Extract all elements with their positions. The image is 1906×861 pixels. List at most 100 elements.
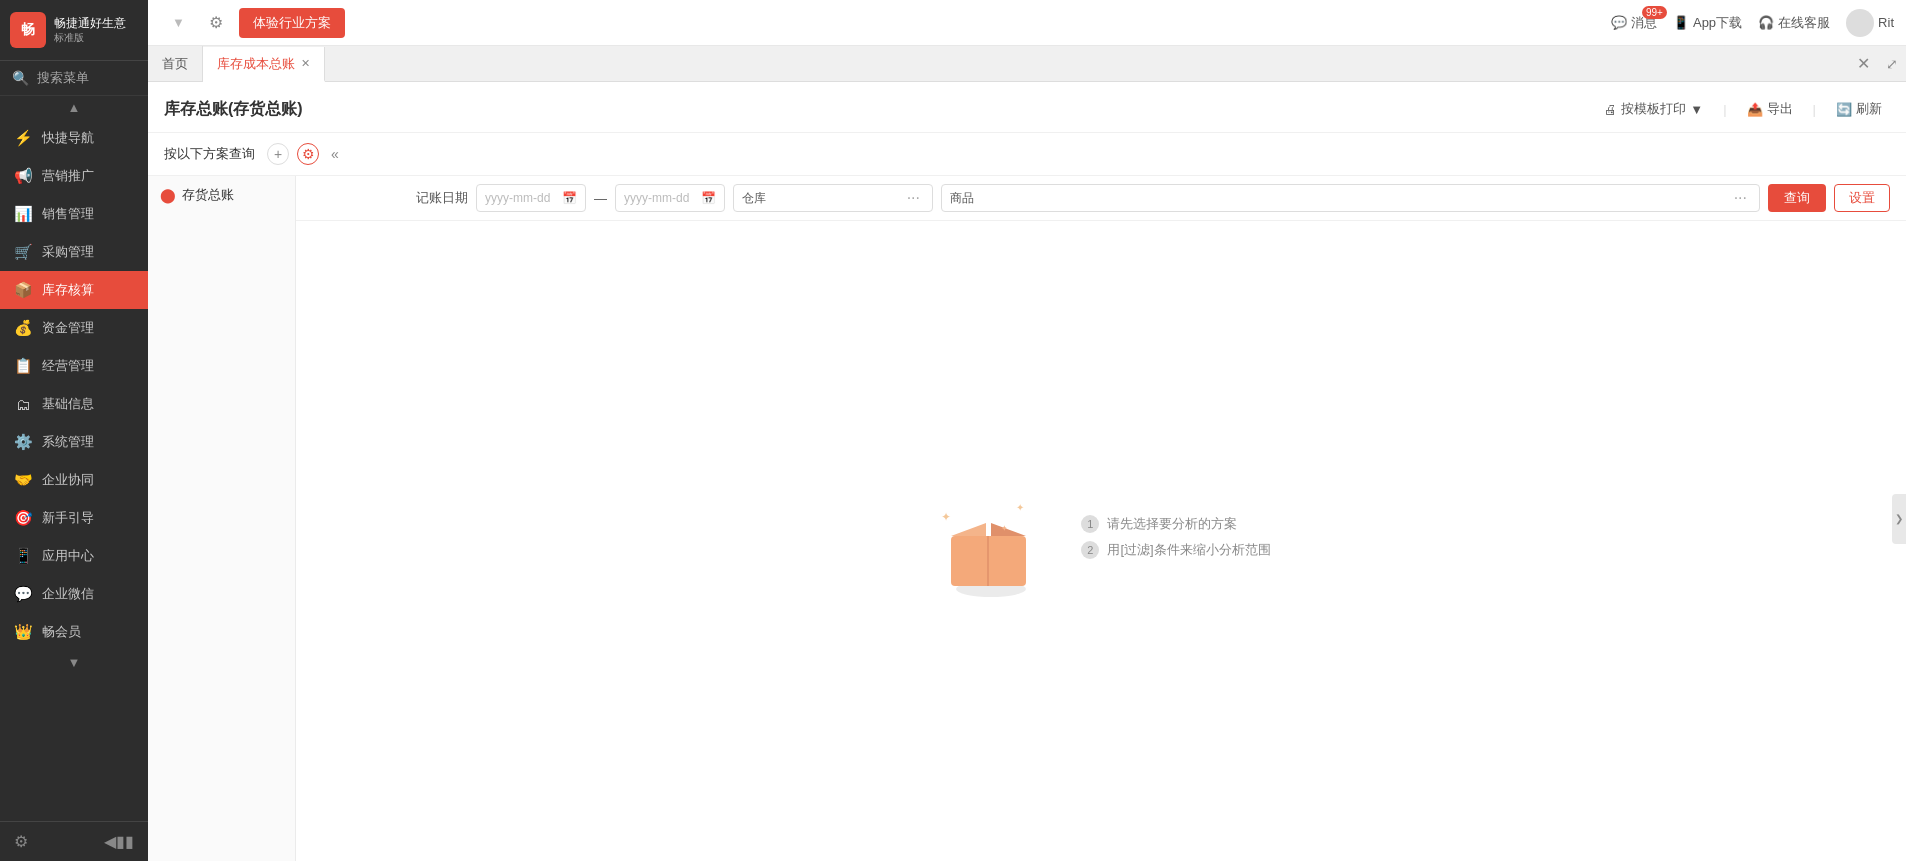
sidebar-item-member[interactable]: 👑 畅会员 — [0, 613, 148, 651]
tip-2-text: 用[过滤]条件来缩小分析范围 — [1107, 541, 1270, 559]
online-service-button[interactable]: 🎧 在线客服 — [1758, 14, 1830, 32]
warehouse-select[interactable]: 仓库 ··· — [733, 184, 933, 212]
sidebar-item-finance[interactable]: 💰 资金管理 — [0, 309, 148, 347]
sidebar-item-wechat[interactable]: 💬 企业微信 — [0, 575, 148, 613]
filter-settings-button[interactable]: ⚙ — [297, 143, 319, 165]
sidebar-item-label: 应用中心 — [42, 547, 94, 565]
plan-item-inventory-ledger[interactable]: ⬤ 存货总账 — [148, 176, 295, 214]
step-2-circle: 2 — [1081, 541, 1099, 559]
audio-icon[interactable]: ◀▮▮ — [104, 832, 134, 851]
sidebar: 畅 畅捷通好生意 标准版 🔍 搜索菜单 ▲ ⚡ 快捷导航 📢 营销推广 📊 销售… — [0, 0, 148, 861]
top-settings-icon[interactable]: ⚙ — [205, 9, 227, 36]
filter-conditions-row: 记账日期 yyyy-mm-dd 📅 — yyyy-mm-dd 📅 仓库 ··· — [296, 176, 1906, 221]
query-button[interactable]: 查询 — [1768, 184, 1826, 212]
refresh-icon: 🔄 — [1836, 102, 1852, 117]
user-name: Rit — [1878, 15, 1894, 30]
filter-label: 按以下方案查询 — [164, 145, 255, 163]
empty-state: ✦ ✦ ✦ 1 请先选择要分析的方案 2 用[过滤]条件来缩小分析范围 — [296, 221, 1906, 861]
scroll-up-btn[interactable]: ▲ — [0, 96, 148, 119]
sidebar-item-operations[interactable]: 📋 经营管理 — [0, 347, 148, 385]
right-panel-toggle[interactable]: ❯ — [1892, 494, 1906, 544]
export-icon: 📤 — [1747, 102, 1763, 117]
header-actions: 🖨 按模板打印 ▼ | 📤 导出 | 🔄 刷新 — [1596, 96, 1890, 122]
system-icon: ⚙️ — [14, 433, 32, 451]
product-more-icon[interactable]: ··· — [1730, 189, 1751, 207]
sidebar-item-label: 销售管理 — [42, 205, 94, 223]
filter-add-button[interactable]: + — [267, 143, 289, 165]
member-icon: 👑 — [14, 623, 32, 641]
page-header: 库存总账(存货总账) 🖨 按模板打印 ▼ | 📤 导出 | 🔄 刷新 — [148, 82, 1906, 133]
sidebar-item-quick-nav[interactable]: ⚡ 快捷导航 — [0, 119, 148, 157]
svg-marker-2 — [951, 523, 986, 536]
message-icon: 💬 — [1611, 15, 1627, 30]
tab-inventory-cost[interactable]: 库存成本总账 ✕ — [203, 47, 325, 82]
date-start-input[interactable]: yyyy-mm-dd 📅 — [476, 184, 586, 212]
user-avatar[interactable]: Rit — [1846, 9, 1894, 37]
main-content: ▼ ⚙ 体验行业方案 💬 消息 99+ 📱 App下载 🎧 在线客服 Rit — [148, 0, 1906, 861]
sidebar-item-marketing[interactable]: 📢 营销推广 — [0, 157, 148, 195]
tab-close-icon[interactable]: ✕ — [301, 57, 310, 70]
product-label: 商品 — [950, 190, 974, 207]
date-field-label: 记账日期 — [416, 189, 468, 207]
date-start-placeholder: yyyy-mm-dd — [485, 191, 550, 205]
sidebar-item-enterprise[interactable]: 🤝 企业协同 — [0, 461, 148, 499]
sidebar-item-inventory[interactable]: 📦 库存核算 — [0, 271, 148, 309]
headset-icon: 🎧 — [1758, 15, 1774, 30]
scroll-down-btn[interactable]: ▼ — [0, 651, 148, 674]
sidebar-search-label: 搜索菜单 — [37, 69, 89, 87]
quick-nav-icon: ⚡ — [14, 129, 32, 147]
window-expand-icon[interactable]: ⤢ — [1878, 52, 1906, 76]
top-search-area[interactable]: ▼ — [160, 11, 193, 34]
svg-text:✦: ✦ — [1001, 524, 1008, 533]
setup-button[interactable]: 设置 — [1834, 184, 1890, 212]
svg-text:✦: ✦ — [941, 510, 951, 524]
message-button[interactable]: 💬 消息 99+ — [1611, 14, 1657, 32]
export-button[interactable]: 📤 导出 — [1739, 96, 1801, 122]
refresh-button[interactable]: 🔄 刷新 — [1828, 96, 1890, 122]
enterprise-icon: 🤝 — [14, 471, 32, 489]
app-download-button[interactable]: 📱 App下载 — [1673, 14, 1742, 32]
tab-bar: 首页 库存成本总账 ✕ ✕ ⤢ — [148, 46, 1906, 82]
window-close-icon[interactable]: ✕ — [1849, 50, 1878, 77]
plan-item-label: 存货总账 — [182, 186, 234, 204]
date-end-input[interactable]: yyyy-mm-dd 📅 — [615, 184, 725, 212]
sidebar-item-label: 企业协同 — [42, 471, 94, 489]
calendar-start-icon[interactable]: 📅 — [562, 191, 577, 205]
product-select[interactable]: 商品 ··· — [941, 184, 1760, 212]
sidebar-item-label: 系统管理 — [42, 433, 94, 451]
operations-icon: 📋 — [14, 357, 32, 375]
settings-gear-icon[interactable]: ⚙ — [14, 832, 28, 851]
logo-icon: 畅 — [10, 12, 46, 48]
calendar-end-icon[interactable]: 📅 — [701, 191, 716, 205]
basic-icon: 🗂 — [14, 396, 32, 413]
top-bar-left: ▼ ⚙ 体验行业方案 — [160, 8, 1611, 38]
top-bar: ▼ ⚙ 体验行业方案 💬 消息 99+ 📱 App下载 🎧 在线客服 Rit — [148, 0, 1906, 46]
separator: | — [1723, 102, 1726, 117]
message-badge: 99+ — [1642, 6, 1667, 19]
filter-actions: 查询 设置 — [1768, 184, 1890, 212]
tab-home[interactable]: 首页 — [148, 46, 203, 81]
sidebar-item-purchase[interactable]: 🛒 采购管理 — [0, 233, 148, 271]
sidebar-item-label: 快捷导航 — [42, 129, 94, 147]
industry-solution-button[interactable]: 体验行业方案 — [239, 8, 345, 38]
warehouse-more-icon[interactable]: ··· — [903, 189, 924, 207]
sidebar-item-label: 经营管理 — [42, 357, 94, 375]
sidebar-item-label: 库存核算 — [42, 281, 94, 299]
app-logo: 畅 畅捷通好生意 标准版 — [0, 0, 148, 61]
sidebar-item-basic[interactable]: 🗂 基础信息 — [0, 385, 148, 423]
print-label: 按模板打印 — [1621, 100, 1686, 118]
search-icon: 🔍 — [12, 70, 29, 86]
sales-icon: 📊 — [14, 205, 32, 223]
filter-collapse-button[interactable]: « — [327, 144, 343, 164]
sidebar-search[interactable]: 🔍 搜索菜单 — [0, 61, 148, 96]
sidebar-item-system[interactable]: ⚙️ 系统管理 — [0, 423, 148, 461]
sidebar-item-label: 新手引导 — [42, 509, 94, 527]
sidebar-item-label: 营销推广 — [42, 167, 94, 185]
phone-icon: 📱 — [1673, 15, 1689, 30]
print-button[interactable]: 🖨 按模板打印 ▼ — [1596, 96, 1711, 122]
sidebar-item-apps[interactable]: 📱 应用中心 — [0, 537, 148, 575]
sidebar-item-sales[interactable]: 📊 销售管理 — [0, 195, 148, 233]
printer-icon: 🖨 — [1604, 102, 1617, 117]
sidebar-item-guide[interactable]: 🎯 新手引导 — [0, 499, 148, 537]
page-content: 库存总账(存货总账) 🖨 按模板打印 ▼ | 📤 导出 | 🔄 刷新 — [148, 82, 1906, 861]
